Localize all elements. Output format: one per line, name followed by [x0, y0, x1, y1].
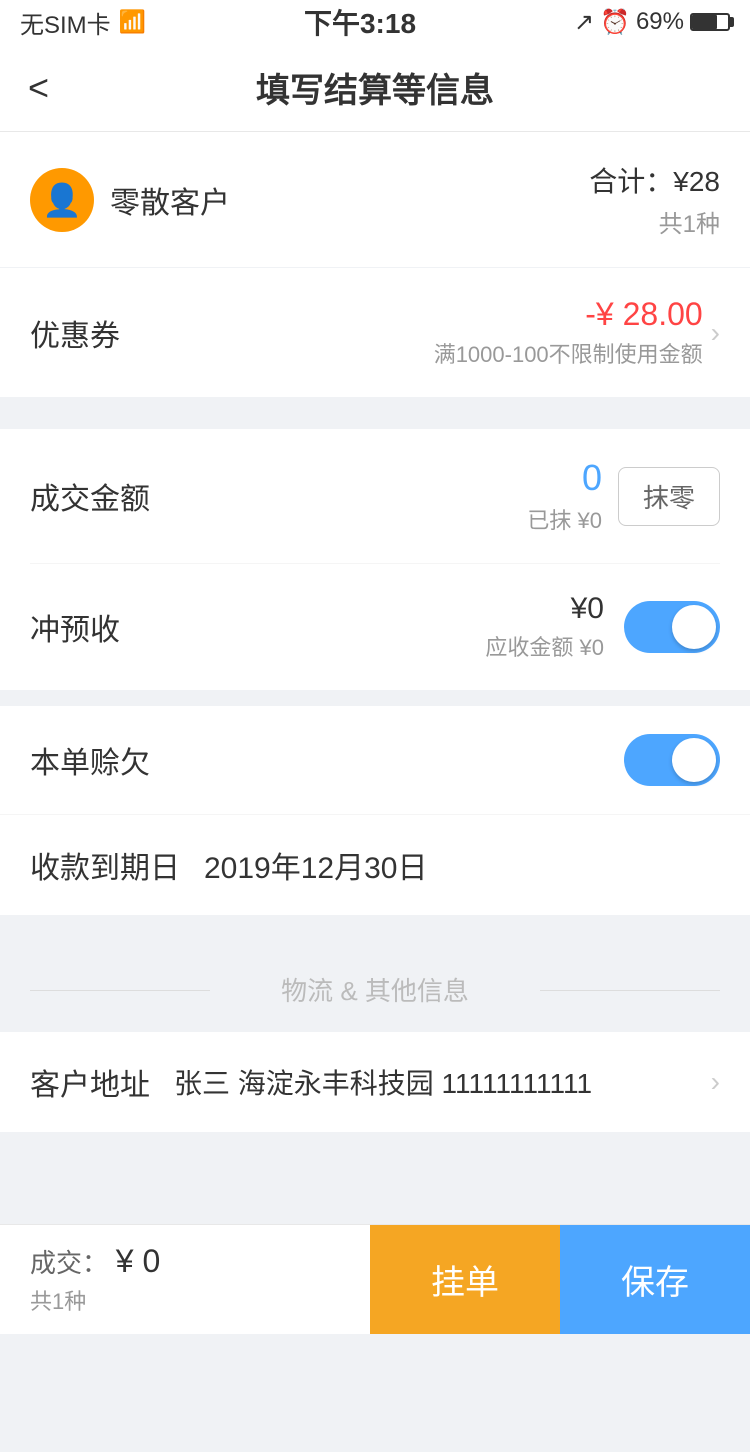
prereceive-label: 冲预收 — [30, 605, 120, 649]
status-left: 无SIM卡 📶 — [20, 5, 146, 40]
avatar-icon: 👤 — [42, 181, 82, 219]
page-title: 填写结算等信息 — [256, 63, 494, 112]
due-date-row[interactable]: 收款到期日 2019年12月30日 — [0, 815, 750, 915]
deal-sub: 已抹 ¥0 — [527, 503, 602, 535]
deal-amount: 0 — [527, 457, 602, 499]
address-value: 张三 海淀永丰科技园 11111111111 — [174, 1062, 711, 1102]
address-chevron-icon: › — [711, 1066, 720, 1098]
logistics-header-text: 物流 & 其他信息 — [281, 976, 469, 1006]
total-count: 共1种 — [589, 204, 720, 239]
section-divider-3 — [0, 931, 750, 947]
prereceive-amount: ¥0 — [485, 592, 604, 626]
bottom-bar: 成交： ¥ 0 共1种 挂单 保存 — [0, 1224, 750, 1334]
back-button[interactable]: < — [28, 67, 49, 109]
bottom-count: 共1种 — [30, 1284, 340, 1316]
coupon-discount: -¥ 28.00 — [434, 296, 703, 333]
debt-toggle[interactable] — [624, 734, 720, 786]
deal-label: 成交金额 — [30, 474, 150, 518]
due-date-value: 2019年12月30日 — [204, 843, 427, 887]
deal-section: 成交金额 0 已抹 ¥0 抹零 冲预收 ¥0 应收金额 ¥0 — [0, 429, 750, 690]
bottom-actions: 挂单 保存 — [370, 1225, 750, 1334]
prereceive-right: ¥0 应收金额 ¥0 — [485, 592, 720, 662]
deal-amount-wrap: 0 已抹 ¥0 — [527, 457, 602, 535]
debt-section: 本单赊欠 收款到期日 2019年12月30日 — [0, 706, 750, 915]
coupon-info: -¥ 28.00 满1000-100不限制使用金额 — [434, 296, 703, 369]
chevron-right-icon: › — [711, 317, 720, 349]
battery-fill — [692, 15, 717, 29]
status-right: ↗ ⏰ 69% — [574, 8, 730, 37]
coupon-row[interactable]: 优惠券 -¥ 28.00 满1000-100不限制使用金额 › — [0, 268, 750, 397]
prereceive-row: 冲预收 ¥0 应收金额 ¥0 — [30, 564, 720, 690]
customer-name: 零散客户 — [110, 178, 230, 222]
wifi-icon: 📶 — [119, 9, 146, 35]
total-amount: 合计：¥28 — [589, 160, 720, 200]
customer-left: 👤 零散客户 — [30, 168, 230, 232]
debt-row: 本单赊欠 — [0, 706, 750, 815]
coupon-desc: 满1000-100不限制使用金额 — [434, 337, 703, 369]
deal-right: 0 已抹 ¥0 抹零 — [527, 457, 720, 535]
save-button[interactable]: 保存 — [560, 1225, 750, 1334]
carrier-label: 无SIM卡 — [20, 5, 111, 40]
pending-button[interactable]: 挂单 — [370, 1225, 560, 1334]
address-label: 客户地址 — [30, 1060, 150, 1104]
bottom-deal-label: 成交： — [30, 1248, 108, 1278]
address-row[interactable]: 客户地址 张三 海淀永丰科技园 11111111111 › — [0, 1032, 750, 1132]
alarm-icon: ⏰ — [600, 8, 630, 37]
prereceive-sub: 应收金额 ¥0 — [485, 630, 604, 662]
coupon-right: -¥ 28.00 满1000-100不限制使用金额 › — [434, 296, 720, 369]
bottom-deal-line: 成交： ¥ 0 — [30, 1243, 340, 1280]
prereceive-toggle[interactable] — [624, 601, 720, 653]
due-date-label: 收款到期日 — [30, 843, 180, 887]
section-divider-2 — [0, 690, 750, 706]
status-bar: 无SIM卡 📶 下午3:18 ↗ ⏰ 69% — [0, 0, 750, 44]
bottom-deal-amount: ¥ 0 — [116, 1243, 160, 1279]
bottom-summary: 成交： ¥ 0 共1种 — [0, 1243, 370, 1316]
customer-card: 👤 零散客户 合计：¥28 共1种 优惠券 -¥ 28.00 满1000-100… — [0, 132, 750, 397]
nav-bar: < 填写结算等信息 — [0, 44, 750, 132]
avatar: 👤 — [30, 168, 94, 232]
round-button[interactable]: 抹零 — [618, 467, 720, 526]
battery-icon — [690, 13, 730, 31]
status-time: 下午3:18 — [304, 2, 416, 42]
battery-percent: 69% — [636, 8, 684, 36]
prereceive-amount-wrap: ¥0 应收金额 ¥0 — [485, 592, 604, 662]
customer-right: 合计：¥28 共1种 — [589, 160, 720, 239]
toggle-circle — [672, 605, 716, 649]
debt-toggle-circle — [672, 738, 716, 782]
customer-row: 👤 零散客户 合计：¥28 共1种 — [0, 132, 750, 268]
logistics-header: 物流 & 其他信息 — [0, 947, 750, 1032]
debt-label: 本单赊欠 — [30, 738, 150, 782]
deal-row: 成交金额 0 已抹 ¥0 抹零 — [30, 429, 720, 564]
coupon-label: 优惠券 — [30, 311, 120, 355]
location-icon: ↗ — [574, 8, 594, 37]
section-divider-1 — [0, 413, 750, 429]
